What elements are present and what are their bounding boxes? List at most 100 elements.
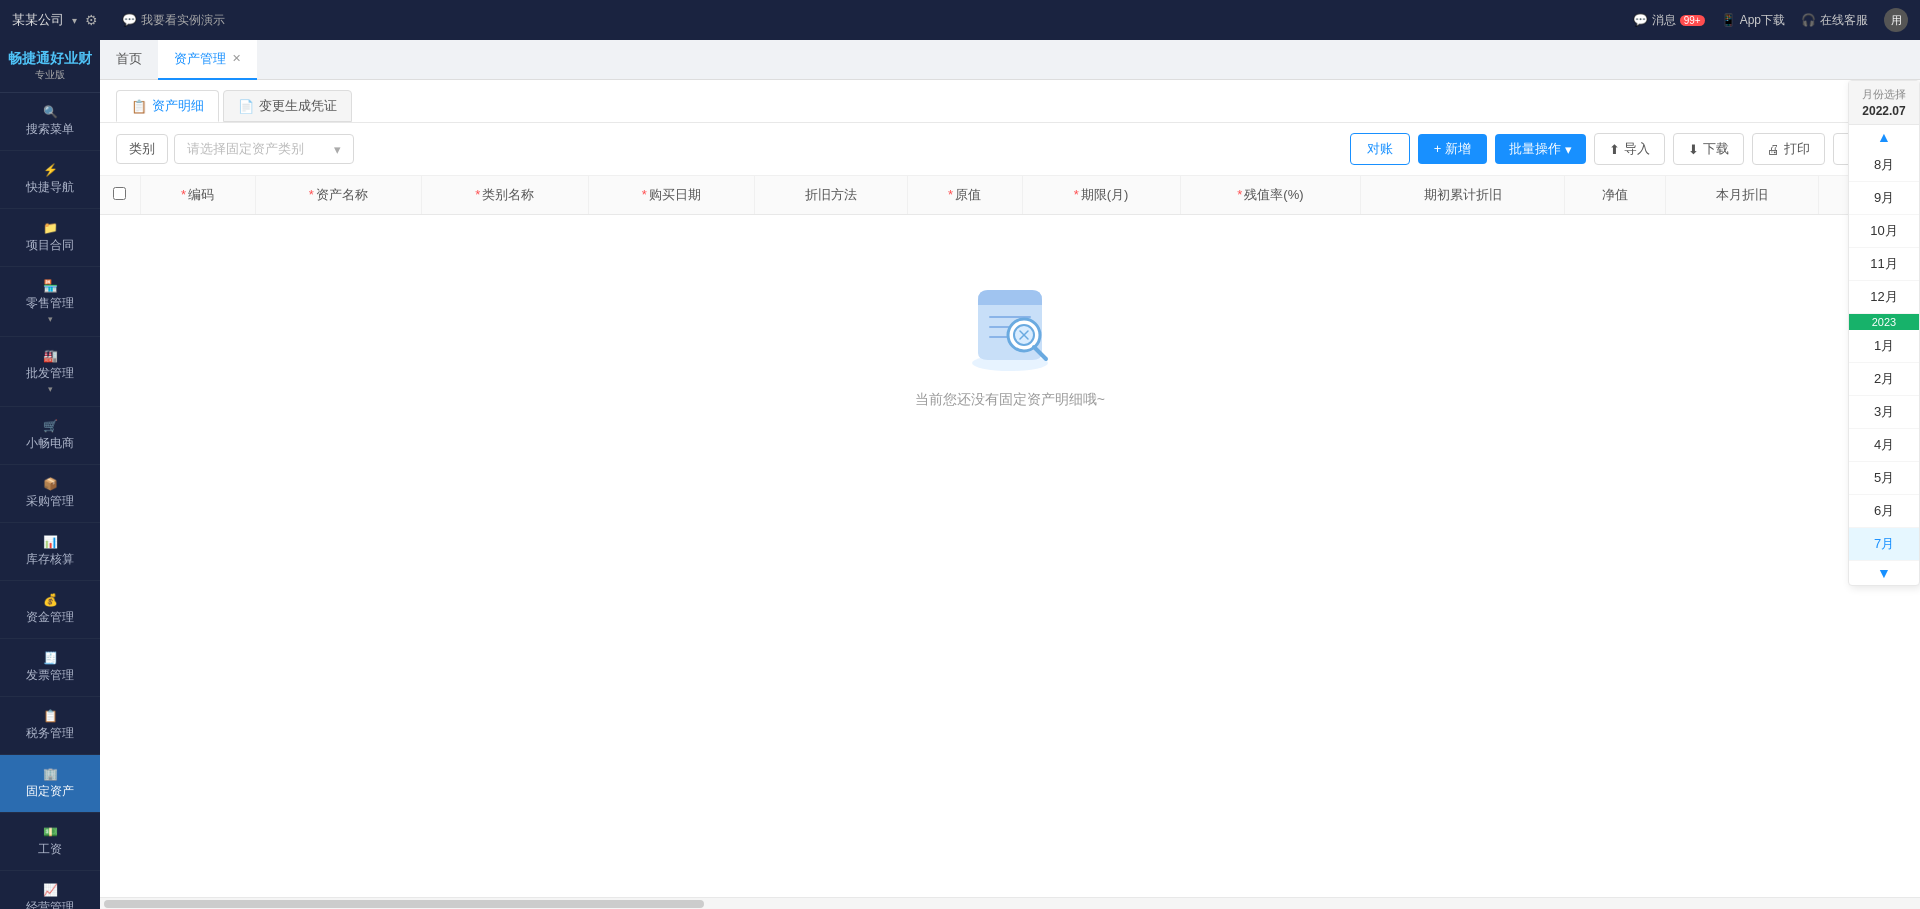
online-service-button[interactable]: 🎧 在线客服	[1801, 12, 1868, 29]
message-button[interactable]: 💬 消息 99+	[1633, 12, 1705, 29]
user-avatar[interactable]: 用	[1884, 8, 1908, 32]
month-item-10[interactable]: 10月	[1849, 215, 1919, 248]
table-container: *编码 *资产名称 *类别名称 *购买日期 折旧方法 *原值 *期限(月) *残…	[100, 176, 1920, 897]
sidebar-item-finance[interactable]: 💰 资金管理	[0, 581, 100, 639]
toolbar-right: 对账 + 新增 批量操作 ▾ ⬆ 导入 ⬇ 下载 🖨	[1350, 133, 1904, 165]
toolbar: 类别 请选择固定资产类别 ▾ 对账 + 新增 批量操作 ▾ ⬆ 导入	[100, 123, 1920, 176]
filter-group: 类别 请选择固定资产类别 ▾	[116, 134, 1342, 164]
content-area: 首页 资产管理 ✕ 📋 资产明细 📄 变更生成凭证	[100, 40, 1920, 909]
month-item-2[interactable]: 2月	[1849, 363, 1919, 396]
select-all-checkbox[interactable]	[113, 187, 126, 200]
message-badge: 99+	[1680, 15, 1705, 26]
sidebar-item-wholesale[interactable]: 🏭 批发管理 ▾	[0, 337, 100, 407]
add-button[interactable]: + 新增	[1418, 134, 1487, 164]
sidebar-item-inventory[interactable]: 📊 库存核算	[0, 523, 100, 581]
finance-icon: 💰	[43, 593, 58, 607]
sidebar-item-salary[interactable]: 💵 工资	[0, 813, 100, 871]
sidebar-item-retail[interactable]: 🏪 零售管理 ▾	[0, 267, 100, 337]
month-panel-title-label: 月份选择	[1857, 87, 1911, 102]
col-purchasedate: *购买日期	[588, 176, 755, 215]
header-left: 某某公司 ▾ ⚙ 💬 我要看实例演示	[12, 11, 1633, 29]
main-layout: 畅捷通好业财 专业版 🔍 搜索菜单 ⚡ 快捷导航 📁 项目合同 🏪 零售管理 ▾…	[0, 40, 1920, 909]
sidebar-logo: 畅捷通好业财 专业版	[0, 40, 100, 93]
duizhang-button[interactable]: 对账	[1350, 133, 1410, 165]
subtab-assetdetail[interactable]: 📋 资产明细	[116, 90, 219, 122]
scroll-bar[interactable]	[100, 897, 1920, 909]
settings-icon[interactable]: ⚙	[85, 12, 98, 28]
month-item-7[interactable]: 7月	[1849, 528, 1919, 561]
month-panel-year: 2022.07	[1857, 104, 1911, 118]
month-item-12[interactable]: 12月	[1849, 281, 1919, 314]
project-icon: 📁	[43, 221, 58, 235]
page-content: 📋 资产明细 📄 变更生成凭证 类别 请选择固定资产类别 ▾	[100, 80, 1920, 909]
month-item-4[interactable]: 4月	[1849, 429, 1919, 462]
month-item-3[interactable]: 3月	[1849, 396, 1919, 429]
quicknav-icon: ⚡	[43, 163, 58, 177]
salary-icon: 💵	[43, 825, 58, 839]
sidebar-item-search[interactable]: 🔍 搜索菜单	[0, 93, 100, 151]
assetdetail-icon: 📋	[131, 99, 147, 114]
sidebar-item-invoice[interactable]: 🧾 发票管理	[0, 639, 100, 697]
service-icon: 🎧	[1801, 13, 1816, 27]
empty-text: 当前您还没有固定资产明细哦~	[915, 391, 1105, 409]
logo-subtitle: 专业版	[8, 68, 92, 82]
scroll-thumb[interactable]	[104, 900, 704, 908]
sidebar: 畅捷通好业财 专业版 🔍 搜索菜单 ⚡ 快捷导航 📁 项目合同 🏪 零售管理 ▾…	[0, 40, 100, 909]
retail-icon: 🏪	[43, 279, 58, 293]
col-netvalue: 净值	[1565, 176, 1666, 215]
sidebar-item-ecommerce[interactable]: 🛒 小畅电商	[0, 407, 100, 465]
asset-table: *编码 *资产名称 *类别名称 *购买日期 折旧方法 *原值 *期限(月) *残…	[100, 176, 1920, 469]
month-panel: 月份选择 2022.07 ▲ 8月 9月 10月 11月 12月 2023 1月…	[1848, 80, 1920, 586]
sidebar-item-quicknav[interactable]: ⚡ 快捷导航	[0, 151, 100, 209]
col-depreciation: 折旧方法	[755, 176, 908, 215]
app-download-button[interactable]: 📱 App下载	[1721, 12, 1785, 29]
tax-icon: 📋	[43, 709, 58, 723]
month-item-11[interactable]: 11月	[1849, 248, 1919, 281]
sidebar-item-project[interactable]: 📁 项目合同	[0, 209, 100, 267]
operation-icon: 📈	[43, 883, 58, 897]
print-button[interactable]: 🖨 打印	[1752, 133, 1825, 165]
month-item-5[interactable]: 5月	[1849, 462, 1919, 495]
col-accumdepreciation: 期初累计折旧	[1361, 176, 1565, 215]
company-name: 某某公司	[12, 11, 64, 29]
top-header: 某某公司 ▾ ⚙ 💬 我要看实例演示 💬 消息 99+ 📱 App下载 🎧 在线…	[0, 0, 1920, 40]
empty-state: 当前您还没有固定资产明细哦~	[100, 215, 1920, 469]
sidebar-item-purchase[interactable]: 📦 采购管理	[0, 465, 100, 523]
tab-home[interactable]: 首页	[100, 40, 158, 80]
month-down-icon[interactable]: ▼	[1877, 565, 1891, 581]
download-button[interactable]: ⬇ 下载	[1673, 133, 1744, 165]
sidebar-item-fixedassets[interactable]: 🏢 固定资产	[0, 755, 100, 813]
mobile-icon: 📱	[1721, 13, 1736, 27]
month-up-icon[interactable]: ▲	[1877, 129, 1891, 145]
filter-select[interactable]: 请选择固定资产类别 ▾	[174, 134, 354, 164]
tab-assetmgmt[interactable]: 资产管理 ✕	[158, 40, 257, 80]
col-originalvalue: *原值	[907, 176, 1022, 215]
import-button[interactable]: ⬆ 导入	[1594, 133, 1665, 165]
demo-link[interactable]: 💬 我要看实例演示	[122, 12, 225, 29]
month-item-6[interactable]: 6月	[1849, 495, 1919, 528]
tab-close-icon[interactable]: ✕	[232, 52, 241, 65]
sidebar-item-operation[interactable]: 📈 经营管理	[0, 871, 100, 909]
purchase-icon: 📦	[43, 477, 58, 491]
sidebar-item-tax[interactable]: 📋 税务管理	[0, 697, 100, 755]
month-item-8[interactable]: 8月	[1849, 149, 1919, 182]
changevoucher-icon: 📄	[238, 99, 254, 114]
search-icon: 🔍	[43, 105, 58, 119]
import-icon: ⬆	[1609, 142, 1620, 157]
wholesale-arrow-icon: ▾	[48, 384, 53, 394]
company-dropdown-icon[interactable]: ▾	[72, 15, 77, 26]
col-category: *类别名称	[422, 176, 589, 215]
col-checkbox[interactable]	[100, 176, 140, 215]
month-item-1[interactable]: 1月	[1849, 330, 1919, 363]
month-item-9[interactable]: 9月	[1849, 182, 1919, 215]
year-badge-2023: 2023	[1849, 314, 1919, 330]
sub-tabs: 📋 资产明细 📄 变更生成凭证	[100, 80, 1920, 123]
filter-label[interactable]: 类别	[116, 134, 168, 164]
batch-button[interactable]: 批量操作 ▾	[1495, 134, 1586, 164]
download-icon: ⬇	[1688, 142, 1699, 157]
subtab-changevoucher[interactable]: 📄 变更生成凭证	[223, 90, 352, 122]
col-period: *期限(月)	[1022, 176, 1180, 215]
month-list: 8月 9月 10月 11月 12月 2023 1月 2月 3月 4月 5月 6月…	[1849, 149, 1919, 561]
month-panel-header: 月份选择 2022.07	[1849, 81, 1919, 125]
filter-placeholder: 请选择固定资产类别	[187, 140, 304, 158]
